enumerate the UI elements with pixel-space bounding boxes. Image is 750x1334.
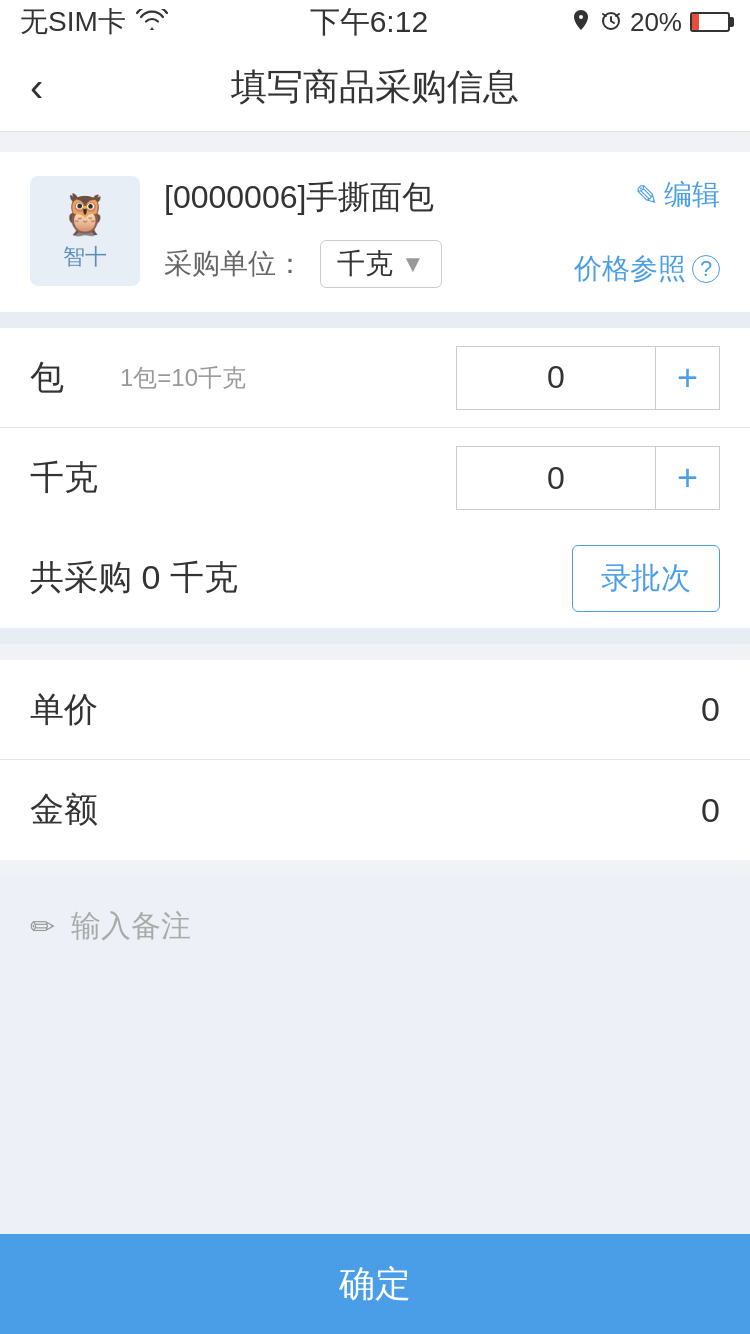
signal-label: 无SIM卡 — [20, 3, 126, 41]
owl-icon: 🦉 — [60, 191, 110, 238]
unit-label: 采购单位： — [164, 245, 304, 283]
dropdown-arrow-icon: ▼ — [401, 250, 425, 278]
brand-text: 智十 — [63, 242, 107, 272]
back-button[interactable]: ‹ — [30, 65, 43, 110]
status-bar: 无SIM卡 下午6:12 20% — [0, 0, 750, 44]
notes-icon: ✏ — [30, 909, 55, 944]
price-section: 单价 0 金额 0 — [0, 660, 750, 860]
section-divider-2 — [0, 628, 750, 644]
nav-bar: ‹ 填写商品采购信息 — [0, 44, 750, 132]
kg-control: 0 + — [456, 446, 720, 510]
bao-plus-button[interactable]: + — [656, 346, 720, 410]
kg-label: 千克 — [30, 455, 110, 501]
plus-icon-2: + — [677, 457, 698, 499]
help-icon: ? — [692, 255, 720, 283]
unit-value: 千克 — [337, 245, 393, 283]
confirm-label: 确定 — [339, 1260, 411, 1309]
product-card: 🦉 智十 [0000006]手撕面包 采购单位： 千克 ▼ ✎ 编辑 价格参照 … — [0, 152, 750, 312]
kg-input-row: 千克 0 + — [0, 428, 750, 528]
unit-price-label: 单价 — [30, 687, 98, 733]
battery-icon — [690, 12, 730, 32]
status-right: 20% — [570, 7, 730, 38]
record-batch-label: 录批次 — [601, 561, 691, 594]
edit-label: 编辑 — [664, 176, 720, 214]
bao-sub-label: 1包=10千克 — [120, 362, 456, 394]
record-batch-button[interactable]: 录批次 — [572, 545, 720, 612]
time-label: 下午6:12 — [310, 2, 428, 43]
total-label: 共采购 0 千克 — [30, 555, 238, 601]
unit-price-row: 单价 0 — [0, 660, 750, 760]
edit-button[interactable]: ✎ 编辑 — [635, 176, 720, 214]
total-prefix: 共采购 — [30, 558, 132, 596]
page-title: 填写商品采购信息 — [231, 63, 519, 112]
plus-icon: + — [677, 357, 698, 399]
wifi-icon — [136, 6, 168, 38]
notes-placeholder: 输入备注 — [71, 906, 191, 947]
price-ref-label: 价格参照 — [574, 250, 686, 288]
amount-label: 金额 — [30, 787, 98, 833]
total-value: 0 — [141, 558, 169, 596]
unit-price-value: 0 — [701, 690, 720, 729]
status-left: 无SIM卡 — [20, 3, 168, 41]
kg-plus-button[interactable]: + — [656, 446, 720, 510]
bao-input[interactable]: 0 — [456, 346, 656, 410]
total-row: 共采购 0 千克 录批次 — [0, 528, 750, 628]
input-section: 包 1包=10千克 0 + 千克 0 + — [0, 328, 750, 528]
notes-section[interactable]: ✏ 输入备注 — [0, 876, 750, 976]
confirm-button[interactable]: 确定 — [0, 1234, 750, 1334]
kg-input[interactable]: 0 — [456, 446, 656, 510]
price-ref-button[interactable]: 价格参照 ? — [574, 250, 720, 288]
section-divider-1 — [0, 312, 750, 328]
amount-row: 金额 0 — [0, 760, 750, 860]
alarm-icon — [600, 7, 622, 38]
product-thumbnail: 🦉 智十 — [30, 176, 140, 286]
unit-select[interactable]: 千克 ▼ — [320, 240, 442, 288]
battery-percent: 20% — [630, 7, 682, 38]
bao-label: 包 — [30, 355, 110, 401]
bao-input-row: 包 1包=10千克 0 + — [0, 328, 750, 428]
edit-icon: ✎ — [635, 179, 658, 212]
bao-control: 0 + — [456, 346, 720, 410]
content-filler — [0, 976, 750, 1256]
location-icon — [570, 7, 592, 38]
total-unit: 千克 — [170, 558, 238, 596]
amount-value: 0 — [701, 791, 720, 830]
